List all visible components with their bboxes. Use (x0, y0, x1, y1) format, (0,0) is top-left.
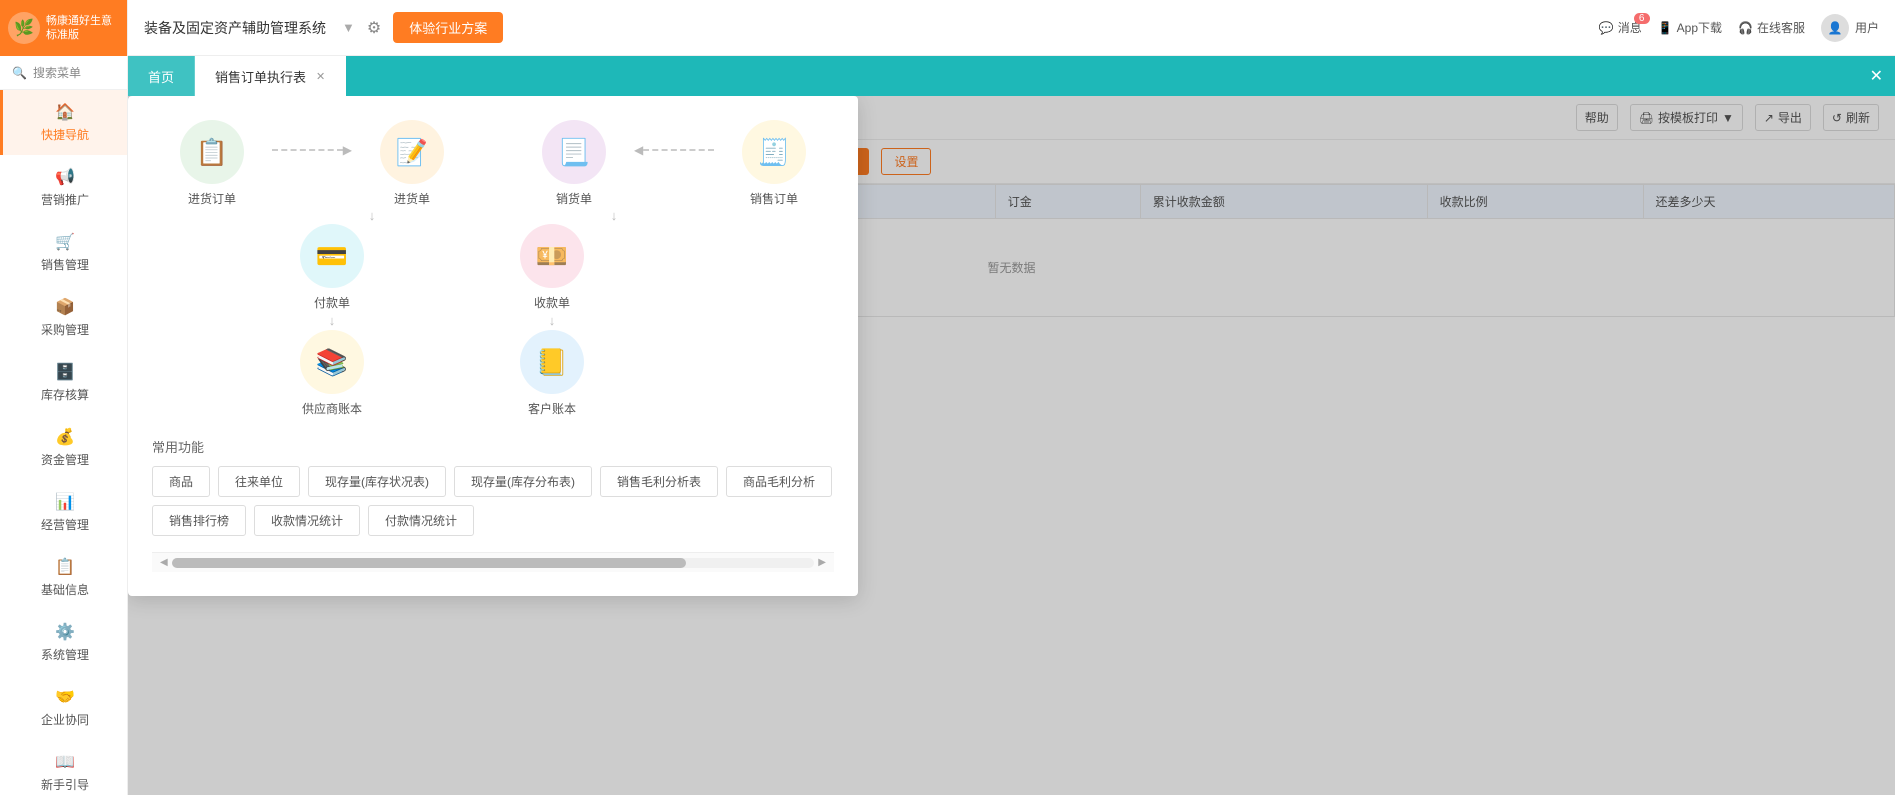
logo-icon: 🌿 (8, 12, 40, 44)
payment-bill-label: 付款单 (314, 294, 350, 311)
app-icon: 📱 (1658, 21, 1673, 35)
flow-section: 📋 进货订单 ▶ (152, 120, 834, 417)
sales-bill-label: 销货单 (556, 190, 592, 207)
search-icon: 🔍 (12, 66, 27, 80)
message-icon: 💬 (1599, 21, 1614, 35)
tabbar: 首页 销售订单执行表 ✕ ✕ (128, 56, 1895, 96)
btn-product[interactable]: 商品 (152, 466, 210, 497)
supplier-ledger-label: 供应商账本 (302, 400, 362, 417)
enterprise-icon: 🤝 (55, 687, 75, 707)
finance-icon: 💰 (55, 427, 75, 447)
marketing-icon: 📢 (55, 167, 75, 187)
supplier-ledger-icon: 📚 (300, 330, 364, 394)
sales-order-icon: 🧾 (742, 120, 806, 184)
sidebar-item-operations[interactable]: 📊 经营管理 (0, 480, 127, 545)
user-area[interactable]: 👤 用户 (1821, 14, 1879, 42)
flow-sales-order: 🧾 销售订单 (714, 120, 834, 207)
sales-order-label: 销售订单 (750, 190, 798, 207)
sidebar-item-enterprise[interactable]: 🤝 企业协同 (0, 675, 127, 740)
purchase-order-label: 进货订单 (188, 190, 236, 207)
sidebar-item-basic[interactable]: 📋 基础信息 (0, 545, 127, 610)
btn-payment-stat[interactable]: 付款情况统计 (368, 505, 474, 536)
btn-partner[interactable]: 往来单位 (218, 466, 300, 497)
inventory-icon: 🗄️ (55, 362, 75, 382)
btn-stock-dist[interactable]: 现存量(库存分布表) (454, 466, 592, 497)
payment-bill-icon: 💳 (300, 224, 364, 288)
scroll-thumb (172, 558, 686, 568)
scroll-row: ◀ ▶ (152, 552, 834, 572)
scroll-left-btn[interactable]: ◀ (160, 557, 168, 568)
tab-sales-order[interactable]: 销售订单执行表 ✕ (195, 56, 346, 96)
logo-text: 畅康通好生意 标准版 (46, 14, 112, 43)
home-icon: 🏠 (55, 102, 75, 122)
main-area: 装备及固定资产辅助管理系统 ▼ ⚙ 体验行业方案 💬 消息 6 📱 App下载 … (128, 0, 1895, 795)
sales-icon: 🛒 (55, 232, 75, 252)
flow-payment-bill: 💳 付款单 (272, 224, 392, 311)
modal-overlay: 📋 进货订单 ▶ (128, 96, 1895, 795)
purchase-bill-icon: 📝 (380, 120, 444, 184)
common-title: 常用功能 (152, 437, 834, 456)
purchase-bill-label: 进货单 (394, 190, 430, 207)
sidebar-item-guide[interactable]: 📖 新手引导 (0, 740, 127, 795)
btn-sales-profit[interactable]: 销售毛利分析表 (600, 466, 718, 497)
flow-purchase-bill: 📝 进货单 (352, 120, 472, 207)
purchase-icon: 📦 (55, 297, 75, 317)
operations-icon: 📊 (55, 492, 75, 512)
btn-product-profit[interactable]: 商品毛利分析 (726, 466, 832, 497)
customer-ledger-label: 客户账本 (528, 400, 576, 417)
sidebar-item-sales[interactable]: 🛒 销售管理 (0, 220, 127, 285)
receipt-bill-icon: 💴 (520, 224, 584, 288)
receipt-bill-label: 收款单 (534, 294, 570, 311)
customer-ledger-icon: 📒 (520, 330, 584, 394)
service-btn[interactable]: 🎧 在线客服 (1738, 19, 1805, 36)
tab-close-icon[interactable]: ✕ (316, 70, 325, 83)
common-functions: 常用功能 商品 往来单位 现存量(库存状况表) 现存量(库存分布表) 销售毛利分… (152, 437, 834, 536)
tab-home[interactable]: 首页 (128, 56, 195, 96)
sidebar-item-purchase[interactable]: 📦 采购管理 (0, 285, 127, 350)
topbar: 装备及固定资产辅助管理系统 ▼ ⚙ 体验行业方案 💬 消息 6 📱 App下载 … (128, 0, 1895, 56)
sidebar-item-finance[interactable]: 💰 资金管理 (0, 415, 127, 480)
sidebar-item-marketing[interactable]: 📢 营销推广 (0, 155, 127, 220)
common-buttons: 商品 往来单位 现存量(库存状况表) 现存量(库存分布表) 销售毛利分析表 商品… (152, 466, 834, 536)
system-icon: ⚙️ (55, 622, 75, 642)
dropdown-icon[interactable]: ▼ (342, 20, 355, 35)
btn-stock-status[interactable]: 现存量(库存状况表) (308, 466, 446, 497)
content-area: 帮助 🖨 按模板打印 ▼ ↗ 导出 ↺ 刷新 📅 至 📅 单据状态 (128, 96, 1895, 795)
purchase-order-icon: 📋 (180, 120, 244, 184)
app-download-btn[interactable]: 📱 App下载 (1658, 19, 1722, 36)
btn-sales-rank[interactable]: 销售排行榜 (152, 505, 246, 536)
scroll-right-btn[interactable]: ▶ (818, 557, 826, 568)
avatar: 👤 (1821, 14, 1849, 42)
sidebar-nav: 🏠 快捷导航 📢 营销推广 🛒 销售管理 📦 采购管理 🗄️ 库存核算 💰 资金… (0, 90, 127, 795)
sales-bill-icon: 📃 (542, 120, 606, 184)
btn-receipt-stat[interactable]: 收款情况统计 (254, 505, 360, 536)
close-all-tabs[interactable]: ✕ (1870, 66, 1883, 86)
topbar-right: 💬 消息 6 📱 App下载 🎧 在线客服 👤 用户 (1599, 14, 1879, 42)
sidebar-item-system[interactable]: ⚙️ 系统管理 (0, 610, 127, 675)
message-btn[interactable]: 💬 消息 6 (1599, 19, 1642, 36)
service-icon: 🎧 (1738, 21, 1753, 35)
guide-icon: 📖 (55, 752, 75, 772)
sidebar-item-quick[interactable]: 🏠 快捷导航 (0, 90, 127, 155)
trial-btn[interactable]: 体验行业方案 (393, 12, 503, 43)
sidebar-logo: 🌿 畅康通好生意 标准版 (0, 0, 127, 56)
search-menu[interactable]: 🔍 搜索菜单 (0, 56, 127, 90)
system-title: 装备及固定资产辅助管理系统 (144, 18, 326, 38)
flow-supplier-ledger: 📚 供应商账本 (272, 330, 392, 417)
flow-sales-bill: 📃 销货单 (514, 120, 634, 207)
gear-icon[interactable]: ⚙ (367, 18, 381, 38)
scroll-track[interactable] (172, 558, 815, 568)
modal-dialog: 📋 进货订单 ▶ (128, 96, 858, 596)
flow-purchase-order: 📋 进货订单 (152, 120, 272, 207)
sidebar-item-inventory[interactable]: 🗄️ 库存核算 (0, 350, 127, 415)
sidebar: 🌿 畅康通好生意 标准版 🔍 搜索菜单 🏠 快捷导航 📢 营销推广 🛒 销售管理… (0, 0, 128, 795)
basic-icon: 📋 (55, 557, 75, 577)
flow-customer-ledger: 📒 客户账本 (492, 330, 612, 417)
flow-receipt-bill: 💴 收款单 (492, 224, 612, 311)
